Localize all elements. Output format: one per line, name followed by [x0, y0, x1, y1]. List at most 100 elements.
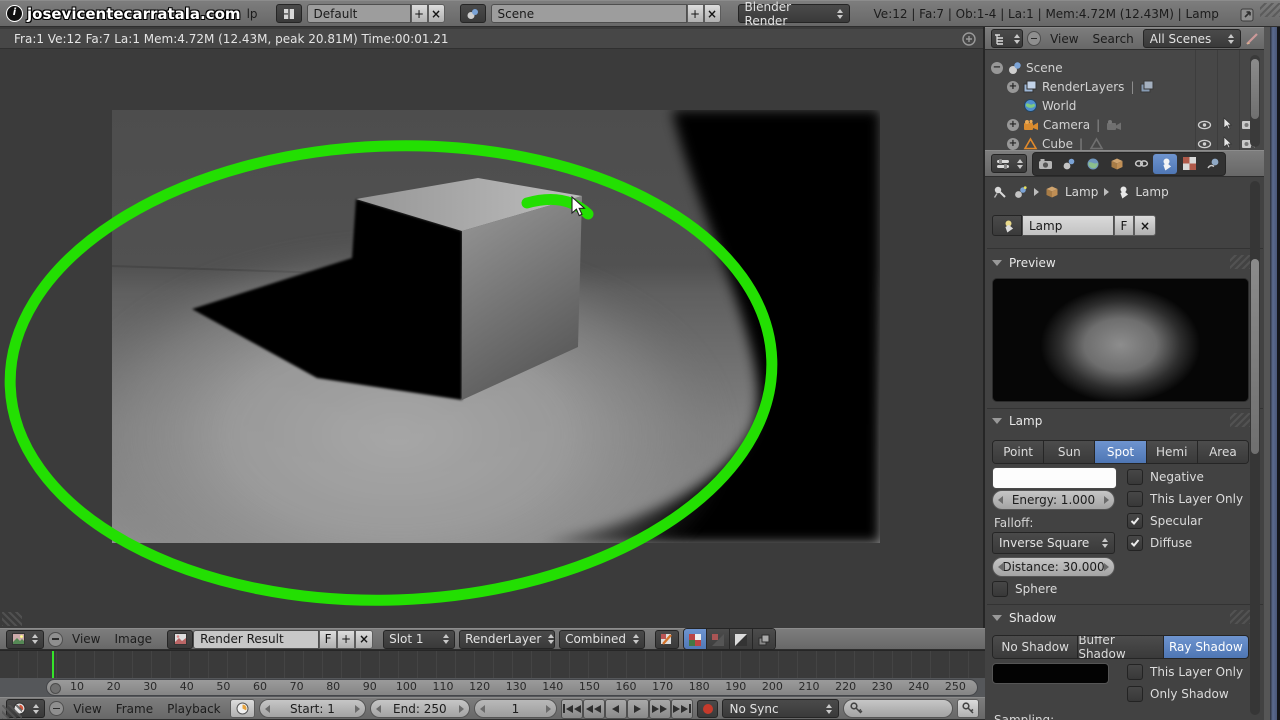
- scrollbar-thumb[interactable]: [1251, 259, 1259, 454]
- menu-view[interactable]: View: [68, 702, 106, 716]
- outliner-scrollbar[interactable]: [1250, 55, 1260, 147]
- sphere-checkbox[interactable]: [992, 581, 1008, 597]
- preview-panel-header[interactable]: Preview: [992, 256, 1056, 270]
- tab-texture[interactable]: [1177, 154, 1201, 174]
- close-layout-button[interactable]: ×: [427, 4, 445, 23]
- lamp-browse-button[interactable]: [992, 215, 1022, 236]
- render-layer-select[interactable]: RenderLayer: [459, 629, 556, 649]
- scene-context-icon[interactable]: [1013, 185, 1028, 199]
- decrement-arrow[interactable]: [998, 496, 1003, 504]
- increment-arrow[interactable]: [1104, 563, 1109, 571]
- shadow-mode-none[interactable]: No Shadow: [993, 636, 1079, 658]
- scene-icon-button[interactable]: [459, 4, 486, 23]
- playhead[interactable]: [52, 651, 54, 678]
- collapse-menus-icon[interactable]: [1026, 31, 1042, 46]
- image-name-field[interactable]: Render Result: [193, 629, 320, 649]
- shadow-color-swatch[interactable]: [992, 663, 1109, 684]
- outliner-item-scene[interactable]: − Scene: [991, 58, 1256, 77]
- negative-checkbox[interactable]: [1127, 469, 1143, 485]
- specular-option[interactable]: Specular: [1127, 513, 1202, 529]
- region-plus-icon[interactable]: [961, 31, 977, 47]
- panel-drag-grip[interactable]: [1230, 255, 1250, 269]
- editor-type-select[interactable]: [991, 29, 1023, 48]
- diffuse-checkbox[interactable]: [1127, 535, 1143, 551]
- image-editor-region[interactable]: Fra:1 Ve:12 Fa:7 La:1 Mem:4.72M (12.43M,…: [0, 27, 985, 628]
- add-layout-button[interactable]: +: [410, 4, 428, 23]
- close-scene-button[interactable]: ×: [703, 4, 721, 23]
- lamp-name-field[interactable]: Lamp: [1022, 215, 1114, 236]
- decrement-arrow[interactable]: [375, 705, 381, 713]
- expand-icon[interactable]: +: [1007, 137, 1019, 150]
- sync-mode-select[interactable]: No Sync: [722, 699, 839, 718]
- visibility-eye-icon[interactable]: [1197, 118, 1212, 132]
- increment-arrow[interactable]: [459, 705, 465, 713]
- record-button[interactable]: [696, 699, 719, 718]
- channel-zdepth-button[interactable]: [753, 629, 776, 649]
- fake-user-button[interactable]: F: [319, 629, 338, 649]
- channel-rgba-button[interactable]: [684, 629, 708, 649]
- falloff-select[interactable]: Inverse Square: [992, 532, 1115, 554]
- distance-field[interactable]: Distance: 30.000: [992, 557, 1115, 577]
- channel-alpha-button[interactable]: [730, 629, 754, 649]
- editor-type-select[interactable]: [6, 629, 44, 649]
- breadcrumb-data-name[interactable]: Lamp: [1135, 185, 1168, 199]
- unlink-data-button[interactable]: ×: [1134, 215, 1156, 236]
- selectability-cursor-icon[interactable]: [1221, 117, 1234, 131]
- image-browse-button[interactable]: [167, 629, 194, 649]
- new-image-button[interactable]: +: [337, 629, 356, 649]
- start-frame-field[interactable]: Start: 1: [259, 699, 366, 718]
- outliner-display-mode-select[interactable]: All Scenes: [1142, 29, 1241, 48]
- previous-keyframe-button[interactable]: [582, 698, 605, 719]
- energy-slider[interactable]: Energy: 1.000: [992, 490, 1115, 510]
- tab-physics[interactable]: [1201, 154, 1225, 174]
- lamp-type-point[interactable]: Point: [993, 441, 1045, 463]
- filter-brush-icon[interactable]: [1245, 32, 1258, 46]
- end-frame-field[interactable]: End: 250: [369, 699, 471, 718]
- slot-select[interactable]: Slot 1: [383, 629, 456, 649]
- menu-image[interactable]: Image: [109, 632, 157, 646]
- add-scene-button[interactable]: +: [686, 4, 704, 23]
- screen-layout-name[interactable]: Default: [306, 4, 411, 23]
- render-engine-select[interactable]: Blender Render: [737, 0, 850, 28]
- tab-scene[interactable]: [1057, 154, 1081, 174]
- collapse-menus-icon[interactable]: [48, 631, 63, 647]
- next-keyframe-button[interactable]: [648, 698, 671, 719]
- panel-drag-grip[interactable]: [1230, 610, 1250, 624]
- collapse-icon[interactable]: −: [991, 61, 1003, 74]
- selectability-cursor-icon[interactable]: [1221, 136, 1234, 150]
- shadow-panel-header[interactable]: Shadow: [992, 611, 1056, 625]
- image-paint-toggle[interactable]: [655, 629, 680, 649]
- decrement-arrow[interactable]: [480, 705, 486, 713]
- timeline-ruler[interactable]: 10 20 30 40 50 60 70 80 90 100 110 120 130 140 150 160 1…: [0, 678, 985, 697]
- specular-checkbox[interactable]: [1127, 513, 1143, 529]
- properties-scrollbar[interactable]: [1250, 181, 1260, 715]
- render-pass-select[interactable]: Combined: [559, 629, 646, 649]
- this-layer-only-checkbox[interactable]: [1127, 491, 1143, 507]
- lamp-type-sun[interactable]: Sun: [1044, 441, 1096, 463]
- keying-set-field[interactable]: [842, 699, 954, 718]
- panel-drag-grip[interactable]: [1230, 413, 1250, 427]
- timeline-region[interactable]: 10 20 30 40 50 60 70 80 90 100 110 120 130 140 150 160 1…: [0, 650, 985, 720]
- increment-arrow[interactable]: [1104, 496, 1109, 504]
- shadow-this-layer-only-checkbox[interactable]: [1127, 664, 1143, 680]
- menu-search[interactable]: Search: [1088, 32, 1139, 46]
- screen-layout-icon-button[interactable]: [275, 4, 302, 23]
- shadow-mode-ray[interactable]: Ray Shadow: [1163, 636, 1248, 658]
- jump-to-end-button[interactable]: [670, 698, 693, 719]
- diffuse-option[interactable]: Diffuse: [1127, 535, 1192, 551]
- expand-icon[interactable]: +: [1007, 118, 1019, 131]
- outliner-item-world[interactable]: World: [1023, 96, 1264, 115]
- decrement-arrow[interactable]: [998, 563, 1003, 571]
- scene-name[interactable]: Scene: [490, 4, 687, 23]
- decrement-arrow[interactable]: [265, 705, 271, 713]
- unlink-image-button[interactable]: ×: [355, 629, 374, 649]
- preview-range-toggle[interactable]: [229, 699, 256, 718]
- outliner-item-renderlayers[interactable]: + RenderLayers |: [1007, 77, 1264, 96]
- negative-option[interactable]: Negative: [1127, 469, 1204, 485]
- scrollbar-thumb[interactable]: [1251, 59, 1259, 119]
- lamp-color-swatch[interactable]: [992, 467, 1117, 489]
- visibility-eye-icon[interactable]: [1197, 137, 1212, 150]
- tab-object[interactable]: [1105, 154, 1129, 174]
- menu-playback[interactable]: Playback: [162, 702, 226, 716]
- only-shadow-option[interactable]: Only Shadow: [1127, 686, 1229, 702]
